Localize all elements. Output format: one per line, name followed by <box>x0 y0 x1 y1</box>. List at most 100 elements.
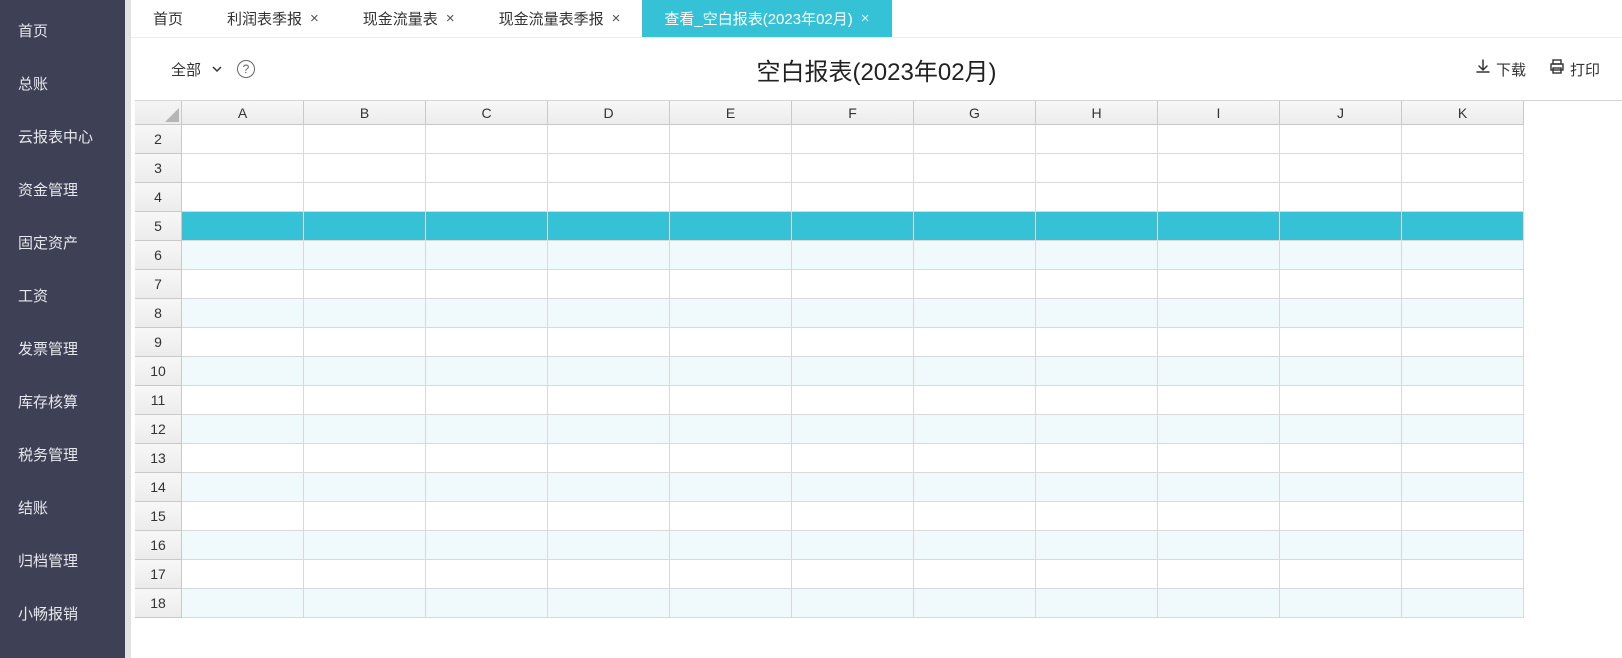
cell-I13[interactable] <box>1158 444 1280 473</box>
tab-2[interactable]: 现金流量表× <box>341 0 477 37</box>
cell-C16[interactable] <box>426 531 548 560</box>
cell-E9[interactable] <box>670 328 792 357</box>
cell-G11[interactable] <box>914 386 1036 415</box>
cell-H14[interactable] <box>1036 473 1158 502</box>
cell-J3[interactable] <box>1280 154 1402 183</box>
cell-J16[interactable] <box>1280 531 1402 560</box>
cell-I18[interactable] <box>1158 589 1280 618</box>
cell-E14[interactable] <box>670 473 792 502</box>
cell-F8[interactable] <box>792 299 914 328</box>
cell-E10[interactable] <box>670 357 792 386</box>
cell-H8[interactable] <box>1036 299 1158 328</box>
cell-A4[interactable] <box>182 183 304 212</box>
cell-A12[interactable] <box>182 415 304 444</box>
cell-K14[interactable] <box>1402 473 1524 502</box>
cell-D8[interactable] <box>548 299 670 328</box>
cell-G5[interactable] <box>914 212 1036 241</box>
cell-K17[interactable] <box>1402 560 1524 589</box>
row-header-18[interactable]: 18 <box>135 589 182 618</box>
cell-B10[interactable] <box>304 357 426 386</box>
cell-C18[interactable] <box>426 589 548 618</box>
cell-A10[interactable] <box>182 357 304 386</box>
cell-J14[interactable] <box>1280 473 1402 502</box>
cell-E13[interactable] <box>670 444 792 473</box>
cell-K16[interactable] <box>1402 531 1524 560</box>
cell-B8[interactable] <box>304 299 426 328</box>
cell-B5[interactable] <box>304 212 426 241</box>
cell-G8[interactable] <box>914 299 1036 328</box>
cell-I8[interactable] <box>1158 299 1280 328</box>
cell-G14[interactable] <box>914 473 1036 502</box>
cell-J17[interactable] <box>1280 560 1402 589</box>
cell-H12[interactable] <box>1036 415 1158 444</box>
col-header-D[interactable]: D <box>548 101 670 125</box>
cell-E12[interactable] <box>670 415 792 444</box>
cell-K13[interactable] <box>1402 444 1524 473</box>
close-icon[interactable]: × <box>310 10 319 27</box>
cell-G9[interactable] <box>914 328 1036 357</box>
cell-A6[interactable] <box>182 241 304 270</box>
sidebar-item-2[interactable]: 云报表中心 <box>0 110 131 163</box>
spreadsheet[interactable]: ABCDEFGHIJK23456789101112131415161718 <box>135 100 1622 658</box>
cell-D7[interactable] <box>548 270 670 299</box>
cell-F7[interactable] <box>792 270 914 299</box>
cell-A16[interactable] <box>182 531 304 560</box>
cell-B7[interactable] <box>304 270 426 299</box>
cell-H17[interactable] <box>1036 560 1158 589</box>
cell-I9[interactable] <box>1158 328 1280 357</box>
row-header-7[interactable]: 7 <box>135 270 182 299</box>
cell-D17[interactable] <box>548 560 670 589</box>
cell-J7[interactable] <box>1280 270 1402 299</box>
sidebar-item-3[interactable]: 资金管理 <box>0 163 131 216</box>
col-header-B[interactable]: B <box>304 101 426 125</box>
chevron-down-icon[interactable] <box>211 63 223 75</box>
cell-H10[interactable] <box>1036 357 1158 386</box>
cell-J2[interactable] <box>1280 125 1402 154</box>
cell-F15[interactable] <box>792 502 914 531</box>
cell-I15[interactable] <box>1158 502 1280 531</box>
cell-I11[interactable] <box>1158 386 1280 415</box>
cell-E17[interactable] <box>670 560 792 589</box>
cell-F14[interactable] <box>792 473 914 502</box>
cell-K10[interactable] <box>1402 357 1524 386</box>
cell-G4[interactable] <box>914 183 1036 212</box>
cell-H5[interactable] <box>1036 212 1158 241</box>
cell-J9[interactable] <box>1280 328 1402 357</box>
cell-F18[interactable] <box>792 589 914 618</box>
cell-F13[interactable] <box>792 444 914 473</box>
cell-F9[interactable] <box>792 328 914 357</box>
cell-E16[interactable] <box>670 531 792 560</box>
cell-F6[interactable] <box>792 241 914 270</box>
cell-A7[interactable] <box>182 270 304 299</box>
cell-A11[interactable] <box>182 386 304 415</box>
col-header-E[interactable]: E <box>670 101 792 125</box>
cell-G15[interactable] <box>914 502 1036 531</box>
row-header-17[interactable]: 17 <box>135 560 182 589</box>
cell-G3[interactable] <box>914 154 1036 183</box>
col-header-H[interactable]: H <box>1036 101 1158 125</box>
cell-G2[interactable] <box>914 125 1036 154</box>
tab-1[interactable]: 利润表季报× <box>205 0 341 37</box>
cell-E5[interactable] <box>670 212 792 241</box>
cell-D9[interactable] <box>548 328 670 357</box>
cell-E6[interactable] <box>670 241 792 270</box>
cell-I16[interactable] <box>1158 531 1280 560</box>
tab-0[interactable]: 首页 <box>131 0 205 37</box>
row-header-14[interactable]: 14 <box>135 473 182 502</box>
sidebar-item-0[interactable]: 首页 <box>0 4 131 57</box>
cell-B14[interactable] <box>304 473 426 502</box>
cell-B18[interactable] <box>304 589 426 618</box>
cell-D5[interactable] <box>548 212 670 241</box>
cell-I7[interactable] <box>1158 270 1280 299</box>
cell-H2[interactable] <box>1036 125 1158 154</box>
cell-K6[interactable] <box>1402 241 1524 270</box>
cell-G6[interactable] <box>914 241 1036 270</box>
cell-I5[interactable] <box>1158 212 1280 241</box>
cell-C2[interactable] <box>426 125 548 154</box>
cell-J10[interactable] <box>1280 357 1402 386</box>
tab-3[interactable]: 现金流量表季报× <box>477 0 643 37</box>
cell-H15[interactable] <box>1036 502 1158 531</box>
cell-K2[interactable] <box>1402 125 1524 154</box>
cell-A8[interactable] <box>182 299 304 328</box>
sidebar-item-8[interactable]: 税务管理 <box>0 428 131 481</box>
